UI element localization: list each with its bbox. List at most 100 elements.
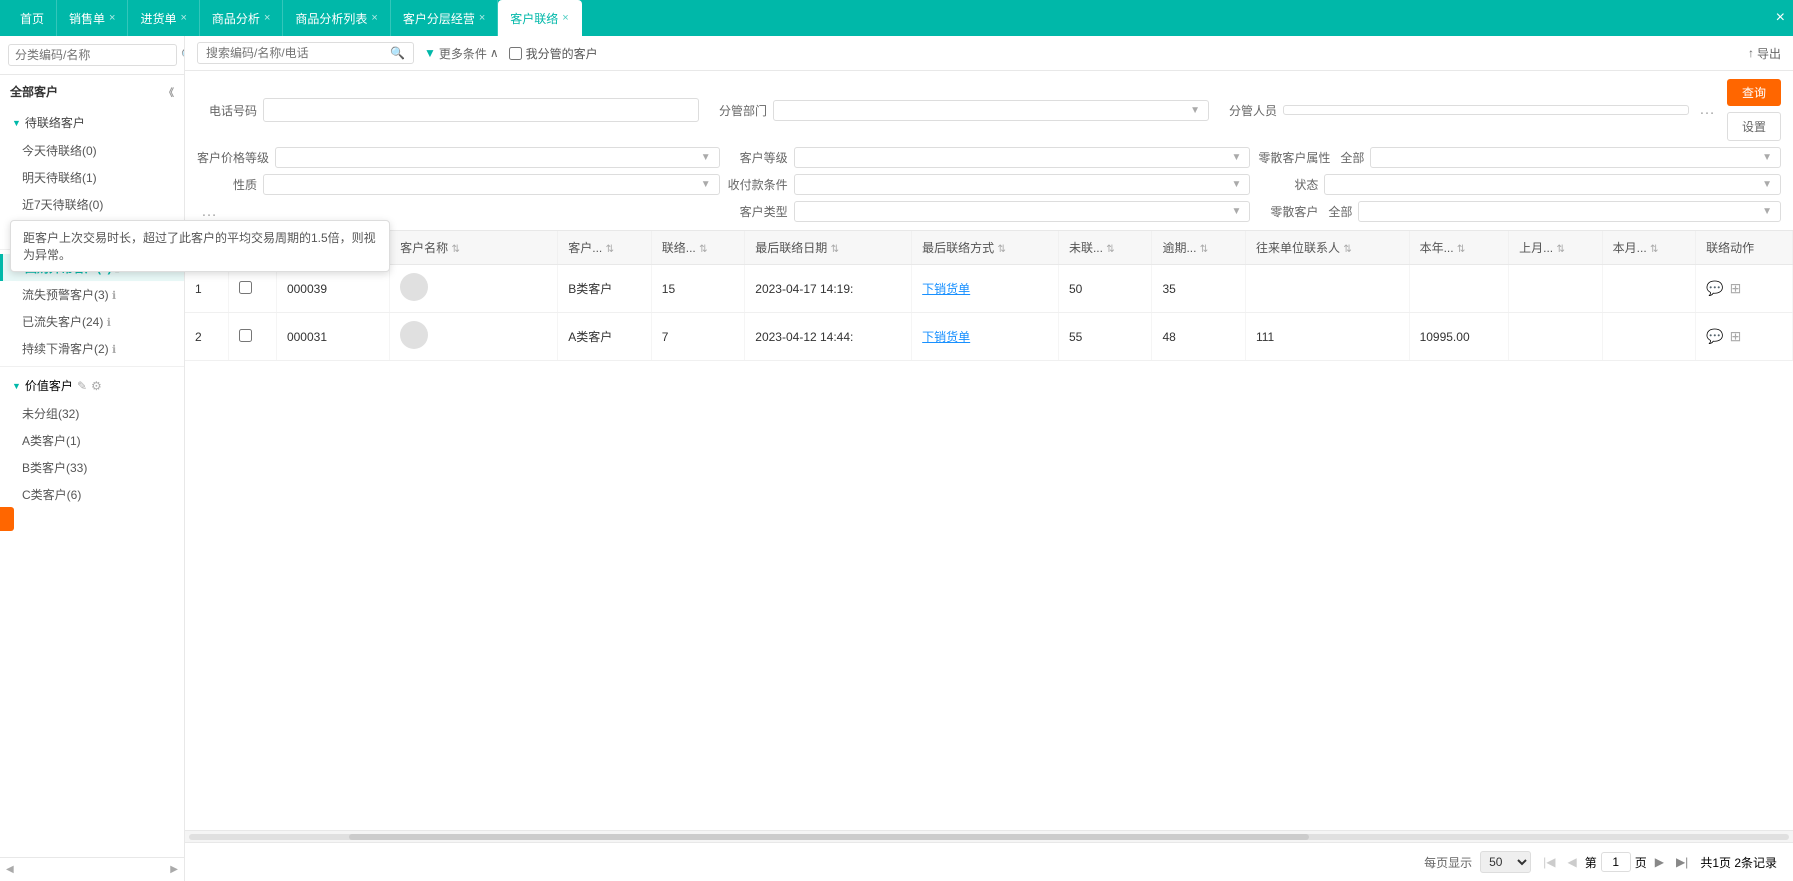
row1-avatar (400, 273, 428, 301)
prev-page-button[interactable]: ◀ (1563, 853, 1580, 871)
row2-checkbox[interactable] (239, 329, 252, 342)
customer-type-select[interactable]: ▼ (794, 201, 1251, 222)
sidebar-item-b-class[interactable]: B类客户(33) (0, 454, 184, 481)
col-overdue[interactable]: 逾期... ⇅ (1152, 231, 1246, 265)
last-page-button[interactable]: ▶| (1672, 853, 1692, 871)
query-button[interactable]: 查询 (1727, 79, 1781, 106)
sidebar-item-declining[interactable]: 持续下滑客户(2) ℹ (0, 335, 184, 362)
row2-no-contact: 55 (1058, 313, 1152, 361)
sidebar-item-today[interactable]: 今天待联络(0) (0, 137, 184, 164)
retail-customer-select[interactable]: ▼ (1358, 201, 1781, 222)
row2-checkbox-cell[interactable] (229, 313, 277, 361)
nav-tab-purchase-close[interactable]: × (180, 12, 186, 24)
sidebar-item-churned[interactable]: 已流失客户(24) ℹ (0, 308, 184, 335)
col-this-year[interactable]: 本年... ⇅ (1409, 231, 1509, 265)
col-name[interactable]: 客户名称 ⇅ (390, 231, 558, 265)
extra-dots-button[interactable]: … (197, 203, 221, 221)
sidebar-item-repurchase-anomaly[interactable]: 回购异常客户(2) ℹ (0, 254, 184, 281)
sidebar-item-tomorrow[interactable]: 明天待联络(1) (0, 164, 184, 191)
sidebar-item-overdue[interactable]: 逾期未联络(30) (0, 218, 184, 245)
sidebar-item-a-class[interactable]: A类客户(1) (0, 427, 184, 454)
row1-last-method[interactable]: 下销货单 (912, 265, 1059, 313)
my-customers-checkbox-area[interactable]: 我分管的客户 (509, 45, 598, 62)
row2-last-method[interactable]: 下销货单 (912, 313, 1059, 361)
col-this-month[interactable]: 本月... ⇅ (1602, 231, 1696, 265)
my-customers-checkbox[interactable] (509, 47, 522, 60)
filter-search-input[interactable] (206, 46, 386, 60)
phone-input[interactable] (263, 98, 699, 122)
page-number-input[interactable] (1601, 852, 1631, 872)
export-button[interactable]: ↑ 导出 (1748, 45, 1781, 62)
sidebar-item-c-class[interactable]: C类客户(6) (0, 481, 184, 508)
person-input[interactable] (1283, 105, 1689, 115)
col-contact-count[interactable]: 联络... ⇅ (651, 231, 745, 265)
all-customers-header[interactable]: 全部客户 《 (0, 75, 184, 108)
col-last-date[interactable]: 最后联络日期 ⇅ (745, 231, 912, 265)
person-dots-button[interactable]: … (1695, 101, 1719, 119)
filter-search-icon[interactable]: 🔍 (390, 46, 405, 60)
nav-tab-purchase[interactable]: 进货单 × (128, 0, 199, 36)
col-last-method[interactable]: 最后联络方式 ⇅ (912, 231, 1059, 265)
sidebar-item-ungroups[interactable]: 未分组(32) (0, 400, 184, 427)
row2-grid-icon[interactable]: ⊞ (1730, 328, 1742, 345)
sidebar-item-7days[interactable]: 近7天待联络(0) (0, 191, 184, 218)
dept-select[interactable]: ▼ (773, 100, 1209, 121)
col-settings[interactable]: ⚙ (185, 231, 229, 265)
sidebar-item-churn-warning[interactable]: 流失预警客户(3) ℹ (0, 281, 184, 308)
sidebar-search-icon[interactable]: 🔍 (181, 48, 185, 62)
row1-checkbox-cell[interactable] (229, 265, 277, 313)
pending-contact-group[interactable]: ▼ 待联络客户 (0, 108, 184, 137)
row1-contact-count: 15 (651, 265, 745, 313)
nature-select[interactable]: ▼ (263, 174, 720, 195)
col-code[interactable]: 客户编码 ⇅ (276, 231, 389, 265)
row1-index: 1 (185, 265, 229, 313)
row1-chat-icon[interactable]: 💬 (1706, 280, 1723, 297)
row2-last-month (1509, 313, 1603, 361)
price-level-select[interactable]: ▼ (275, 147, 720, 168)
nav-tab-analysis-list-close[interactable]: × (371, 12, 377, 24)
nav-tab-home[interactable]: 首页 (8, 0, 57, 36)
row1-checkbox[interactable] (239, 281, 252, 294)
nav-tab-sales[interactable]: 销售单 × (57, 0, 128, 36)
nav-tab-analysis-close[interactable]: × (264, 12, 270, 24)
col-contacts[interactable]: 往来单位联系人 ⇅ (1245, 231, 1409, 265)
customer-level-select[interactable]: ▼ (794, 147, 1251, 168)
edit-icon[interactable]: ✎ (77, 379, 87, 393)
select-all-checkbox[interactable] (239, 240, 252, 253)
settings-small-icon[interactable]: ⚙ (91, 379, 102, 393)
nav-tab-analysis-list[interactable]: 商品分析列表 × (283, 0, 390, 36)
col-action: 联络动作 (1696, 231, 1793, 265)
col-checkbox[interactable] (229, 231, 277, 265)
next-page-button[interactable]: ▶ (1651, 853, 1668, 871)
col-no-contact[interactable]: 未联... ⇅ (1058, 231, 1152, 265)
row1-method-link[interactable]: 下销货单 (922, 282, 970, 296)
row1-overdue: 35 (1152, 265, 1246, 313)
row2-action-icons: 💬 ⊞ (1706, 328, 1782, 345)
payment-select[interactable]: ▼ (794, 174, 1251, 195)
retail-attr-select[interactable]: ▼ (1370, 147, 1781, 168)
table-settings-icon[interactable]: ⚙ (195, 241, 206, 255)
set-button[interactable]: 设置 (1727, 112, 1781, 141)
col-type[interactable]: 客户... ⇅ (558, 231, 652, 265)
row1-grid-icon[interactable]: ⊞ (1730, 280, 1742, 297)
col-last-month[interactable]: 上月... ⇅ (1509, 231, 1603, 265)
nav-tab-customer-segment-close[interactable]: × (479, 12, 485, 24)
first-page-button[interactable]: |◀ (1539, 853, 1559, 871)
page-size-select[interactable]: 50 100 (1480, 851, 1531, 873)
nav-tab-analysis[interactable]: 商品分析 × (200, 0, 283, 36)
nav-tab-customer-contact-close[interactable]: × (562, 12, 568, 24)
sidebar-search-input[interactable] (8, 44, 177, 66)
row2-chat-icon[interactable]: 💬 (1706, 328, 1723, 345)
close-all-tabs-button[interactable]: × (1776, 9, 1785, 27)
row2-method-link[interactable]: 下销货单 (922, 330, 970, 344)
scroll-thumb[interactable] (349, 834, 1309, 840)
filter-cell-customer-level: 客户等级 ▼ (728, 147, 1251, 168)
sidebar-right-arrow[interactable]: ▶ (170, 864, 178, 875)
sidebar-left-arrow[interactable]: ◀ (6, 864, 14, 875)
nav-tab-customer-segment[interactable]: 客户分层经营 × (391, 0, 498, 36)
nav-tab-sales-close[interactable]: × (109, 12, 115, 24)
nav-tab-customer-contact[interactable]: 客户联络 × (498, 0, 581, 36)
horizontal-scrollbar[interactable] (185, 830, 1793, 842)
status-select[interactable]: ▼ (1324, 174, 1781, 195)
more-conditions-button[interactable]: ▼ 更多条件 ∧ (424, 45, 499, 62)
